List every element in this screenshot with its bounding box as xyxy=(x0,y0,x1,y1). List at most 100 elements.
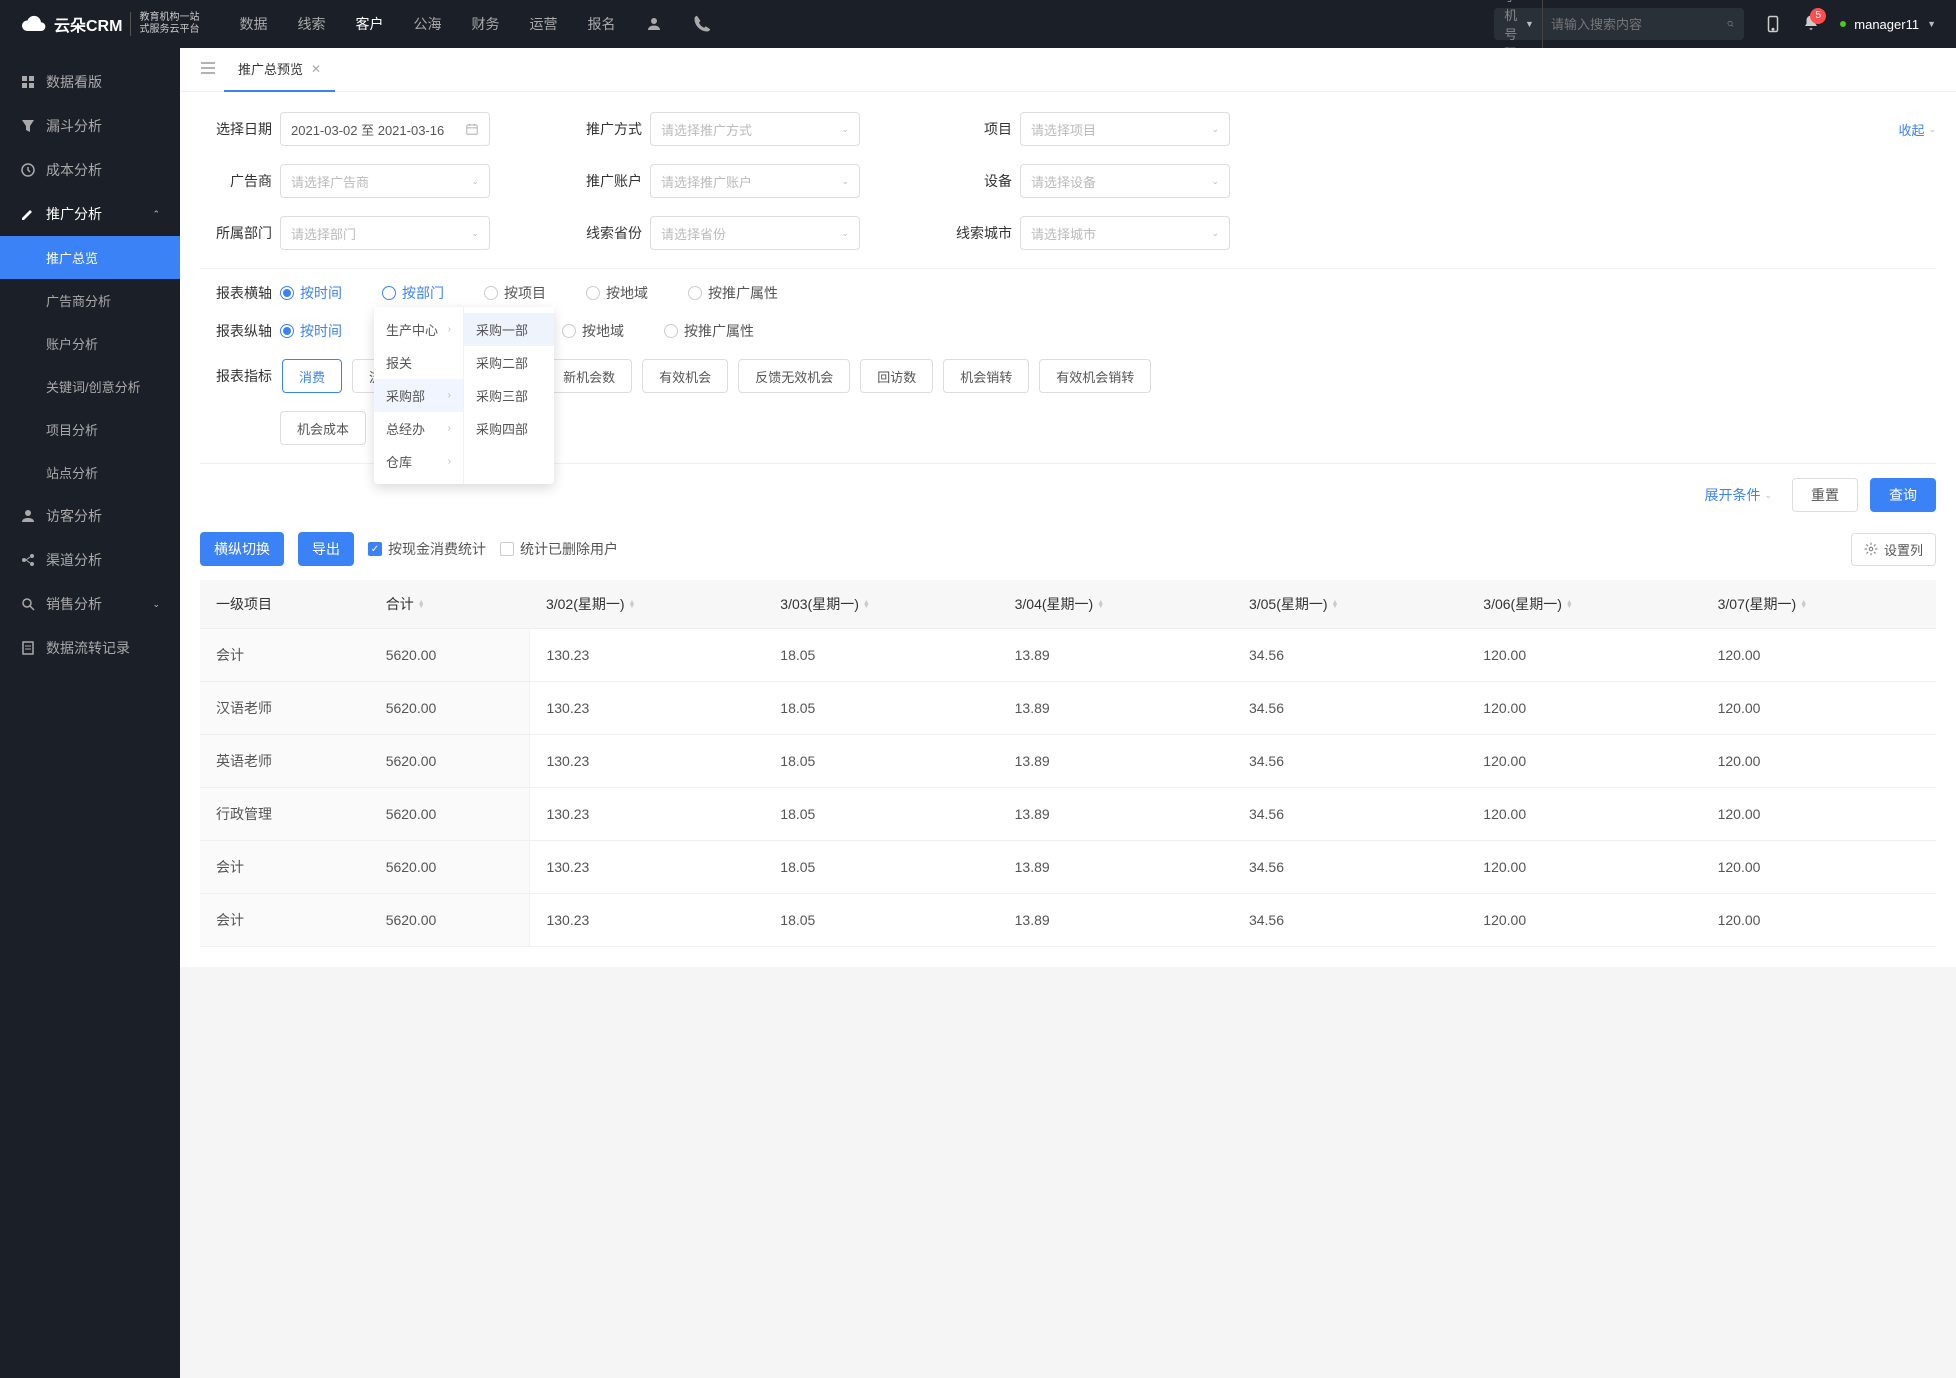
cascader-item-l1-3[interactable]: 总经办› xyxy=(374,412,463,445)
cascader-item-l2-2[interactable]: 采购三部 xyxy=(464,379,554,412)
metric-tag-7[interactable]: 回访数 xyxy=(860,359,933,393)
sidebar-item-7[interactable]: 数据流转记录 xyxy=(0,626,180,670)
collapse-filters-button[interactable]: 收起 ⌄ xyxy=(1898,120,1936,139)
radio-icon xyxy=(664,324,678,338)
sidebar-subitem-3-0[interactable]: 推广总览 xyxy=(0,236,180,279)
nav-item-3[interactable]: 公海 xyxy=(413,14,441,34)
nav-item-1[interactable]: 线索 xyxy=(297,14,325,34)
metric-tag-4[interactable]: 新机会数 xyxy=(546,359,632,393)
sidebar-item-6[interactable]: 销售分析⌄ xyxy=(0,582,180,626)
col-header-6[interactable]: 3/06(星期一)▲▼ xyxy=(1467,580,1701,629)
nav-item-5[interactable]: 运营 xyxy=(529,14,557,34)
export-button[interactable]: 导出 xyxy=(298,532,354,566)
sidebar-subitem-3-1[interactable]: 广告商分析 xyxy=(0,279,180,322)
radio-按时间[interactable]: 按时间 xyxy=(280,321,342,341)
notification-bell[interactable]: 5 xyxy=(1802,14,1820,35)
cascader-item-l1-4[interactable]: 仓库› xyxy=(374,445,463,478)
radio-按推广属性[interactable]: 按推广属性 xyxy=(664,321,754,341)
metric-tag-6[interactable]: 反馈无效机会 xyxy=(738,359,850,393)
nav-item-6[interactable]: 报名 xyxy=(587,14,615,34)
cell: 120.00 xyxy=(1467,629,1701,682)
cell: 120.00 xyxy=(1467,682,1701,735)
sidebar-subitem-3-4[interactable]: 项目分析 xyxy=(0,408,180,451)
cell: 汉语老师 xyxy=(200,682,370,735)
radio-按地域[interactable]: 按地域 xyxy=(562,321,624,341)
sidebar-item-4[interactable]: 访客分析 xyxy=(0,494,180,538)
cascader-item-l1-0[interactable]: 生产中心› xyxy=(374,313,463,346)
cell: 120.00 xyxy=(1467,788,1701,841)
top-nav: 数据 线索 客户 公海 财务 运营 报名 xyxy=(239,14,615,34)
query-button[interactable]: 查询 xyxy=(1870,478,1936,512)
method-select[interactable]: 请选择推广方式⌄ xyxy=(650,112,860,146)
cell: 英语老师 xyxy=(200,735,370,788)
user-icon[interactable] xyxy=(645,15,663,33)
radio-按地域[interactable]: 按地域 xyxy=(586,283,648,303)
nav-item-4[interactable]: 财务 xyxy=(471,14,499,34)
nav-item-2[interactable]: 客户 xyxy=(355,14,383,34)
cell: 行政管理 xyxy=(200,788,370,841)
sidebar-item-0[interactable]: 数据看版 xyxy=(0,60,180,104)
col-header-0[interactable]: 一级项目 xyxy=(200,580,370,629)
device-label: 设备 xyxy=(940,171,1012,191)
vert-axis-label: 报表纵轴 xyxy=(200,321,272,341)
metric-tag-8[interactable]: 机会销转 xyxy=(943,359,1029,393)
deleted-checkbox[interactable]: 统计已删除用户 xyxy=(500,539,618,559)
sidebar-item-2[interactable]: 成本分析 xyxy=(0,148,180,192)
radio-按部门[interactable]: 按部门 xyxy=(382,283,444,303)
col-header-7[interactable]: 3/07(星期一)▲▼ xyxy=(1702,580,1936,629)
cell: 120.00 xyxy=(1702,629,1936,682)
cascader-item-l2-1[interactable]: 采购二部 xyxy=(464,346,554,379)
account-select[interactable]: 请选择推广账户⌄ xyxy=(650,164,860,198)
horiz-axis-label: 报表横轴 xyxy=(200,283,272,303)
tab-close-icon[interactable]: ✕ xyxy=(311,62,321,76)
cell: 18.05 xyxy=(764,894,998,947)
col-header-5[interactable]: 3/05(星期一)▲▼ xyxy=(1233,580,1467,629)
advertiser-select[interactable]: 请选择广告商⌄ xyxy=(280,164,490,198)
metric-tag-0[interactable]: 消费 xyxy=(282,359,342,393)
device-select[interactable]: 请选择设备⌄ xyxy=(1020,164,1230,198)
col-header-3[interactable]: 3/03(星期一)▲▼ xyxy=(764,580,998,629)
mobile-icon[interactable] xyxy=(1764,13,1782,35)
date-range-input[interactable]: 2021-03-02 至 2021-03-16 xyxy=(280,112,490,146)
sidebar-item-1[interactable]: 漏斗分析 xyxy=(0,104,180,148)
tab-promotion-overview[interactable]: 推广总预览 ✕ xyxy=(224,48,335,92)
col-header-1[interactable]: 合计▲▼ xyxy=(370,580,530,629)
expand-conditions-button[interactable]: 展开条件 ⌄ xyxy=(1704,485,1772,505)
province-select[interactable]: 请选择省份⌄ xyxy=(650,216,860,250)
metric-tag-9[interactable]: 有效机会销转 xyxy=(1039,359,1151,393)
project-select[interactable]: 请选择项目⌄ xyxy=(1020,112,1230,146)
sidebar-item-5[interactable]: 渠道分析 xyxy=(0,538,180,582)
switch-axis-button[interactable]: 横纵切换 xyxy=(200,532,284,566)
radio-按时间[interactable]: 按时间 xyxy=(280,283,342,303)
user-icon xyxy=(20,508,36,524)
sidebar-subitem-3-2[interactable]: 账户分析 xyxy=(0,322,180,365)
cascader-item-l2-0[interactable]: 采购一部 xyxy=(464,313,554,346)
search-icon[interactable] xyxy=(1727,16,1734,32)
cash-checkbox[interactable]: 按现金消费统计 xyxy=(368,539,486,559)
radio-按项目[interactable]: 按项目 xyxy=(484,283,546,303)
sidebar-subitem-3-3[interactable]: 关键词/创意分析 xyxy=(0,365,180,408)
nav-item-0[interactable]: 数据 xyxy=(239,14,267,34)
reset-button[interactable]: 重置 xyxy=(1792,478,1858,512)
col-header-2[interactable]: 3/02(星期一)▲▼ xyxy=(530,580,764,629)
col-header-4[interactable]: 3/04(星期一)▲▼ xyxy=(999,580,1233,629)
user-menu[interactable]: manager11 ▼ xyxy=(1840,17,1936,32)
dept-cascader: 生产中心›报关采购部›总经办›仓库› 采购一部采购二部采购三部采购四部 xyxy=(374,307,554,484)
city-select[interactable]: 请选择城市⌄ xyxy=(1020,216,1230,250)
cell: 130.23 xyxy=(530,788,764,841)
phone-icon[interactable] xyxy=(693,15,711,33)
username: manager11 xyxy=(1854,17,1919,32)
metric-tag-5[interactable]: 有效机会 xyxy=(642,359,728,393)
sort-icon: ▲▼ xyxy=(1332,601,1339,609)
sidebar-item-3[interactable]: 推广分析⌃ xyxy=(0,192,180,236)
cascader-item-l1-1[interactable]: 报关 xyxy=(374,346,463,379)
radio-按推广属性[interactable]: 按推广属性 xyxy=(688,283,778,303)
search-input[interactable] xyxy=(1551,17,1727,32)
sidebar-subitem-3-5[interactable]: 站点分析 xyxy=(0,451,180,494)
metric2-tag-0[interactable]: 机会成本 xyxy=(280,411,366,445)
column-settings-button[interactable]: 设置列 xyxy=(1851,533,1936,566)
sidebar-collapse-button[interactable] xyxy=(192,61,224,78)
cascader-item-l1-2[interactable]: 采购部› xyxy=(374,379,463,412)
cascader-item-l2-3[interactable]: 采购四部 xyxy=(464,412,554,445)
dept-select[interactable]: 请选择部门⌄ xyxy=(280,216,490,250)
